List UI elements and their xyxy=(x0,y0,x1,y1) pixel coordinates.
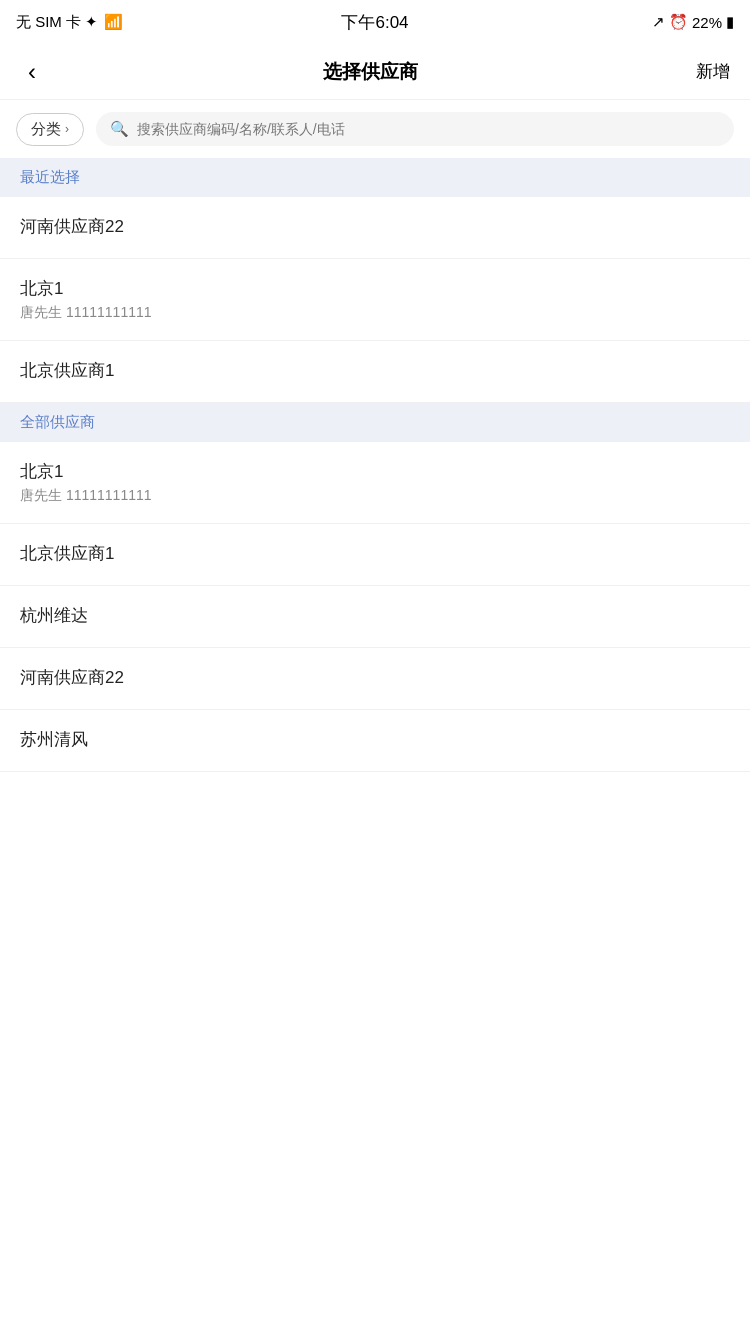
item-name: 河南供应商22 xyxy=(20,215,730,238)
status-bar: 无 SIM 卡 ✦ 📶 下午6:04 ↗ ⏰ 22% ▮ xyxy=(0,0,750,44)
page-title: 选择供应商 xyxy=(323,59,418,85)
list-item[interactable]: 北京1 唐先生 11111111111 xyxy=(0,259,750,341)
section-header-all: 全部供应商 xyxy=(0,403,750,442)
location-icon: ↗ xyxy=(652,13,665,31)
list-item[interactable]: 北京1 唐先生 11111111111 xyxy=(0,442,750,524)
nav-bar: ‹ 选择供应商 新增 xyxy=(0,44,750,100)
list-item[interactable]: 北京供应商1 xyxy=(0,524,750,586)
battery-percentage: 22% xyxy=(692,14,722,31)
item-name: 杭州维达 xyxy=(20,604,730,627)
status-left: 无 SIM 卡 ✦ 📶 xyxy=(16,13,123,32)
item-name: 北京供应商1 xyxy=(20,542,730,565)
item-name: 北京1 xyxy=(20,277,730,300)
filter-bar: 分类 › 🔍 xyxy=(0,100,750,158)
section-header-label-recent: 最近选择 xyxy=(20,168,80,185)
item-sub: 唐先生 11111111111 xyxy=(20,304,730,322)
category-label: 分类 xyxy=(31,120,61,139)
battery-icon: ▮ xyxy=(726,13,734,31)
list-item[interactable]: 杭州维达 xyxy=(0,586,750,648)
item-sub: 唐先生 11111111111 xyxy=(20,487,730,505)
alarm-icon: ⏰ xyxy=(669,13,688,31)
search-input[interactable] xyxy=(137,121,720,137)
item-name: 北京1 xyxy=(20,460,730,483)
list-item[interactable]: 北京供应商1 xyxy=(0,341,750,403)
item-name: 河南供应商22 xyxy=(20,666,730,689)
sim-status: 无 SIM 卡 ✦ xyxy=(16,13,98,32)
status-right: ↗ ⏰ 22% ▮ xyxy=(652,13,734,31)
chevron-right-icon: › xyxy=(65,122,69,136)
status-time: 下午6:04 xyxy=(341,11,408,34)
list-item[interactable]: 河南供应商22 xyxy=(0,648,750,710)
wifi-icon: 📶 xyxy=(104,13,123,31)
back-button[interactable]: ‹ xyxy=(20,50,44,94)
item-name: 北京供应商1 xyxy=(20,359,730,382)
section-header-recent: 最近选择 xyxy=(0,158,750,197)
list-item[interactable]: 河南供应商22 xyxy=(0,197,750,259)
list-item[interactable]: 苏州清风 xyxy=(0,710,750,772)
category-button[interactable]: 分类 › xyxy=(16,113,84,146)
section-header-label-all: 全部供应商 xyxy=(20,413,95,430)
new-supplier-button[interactable]: 新增 xyxy=(696,60,730,83)
item-name: 苏州清风 xyxy=(20,728,730,751)
search-box[interactable]: 🔍 xyxy=(96,112,734,146)
sections-container: 最近选择河南供应商22 北京1 唐先生 11111111111 北京供应商1 全部供应商… xyxy=(0,158,750,772)
search-icon: 🔍 xyxy=(110,120,129,138)
